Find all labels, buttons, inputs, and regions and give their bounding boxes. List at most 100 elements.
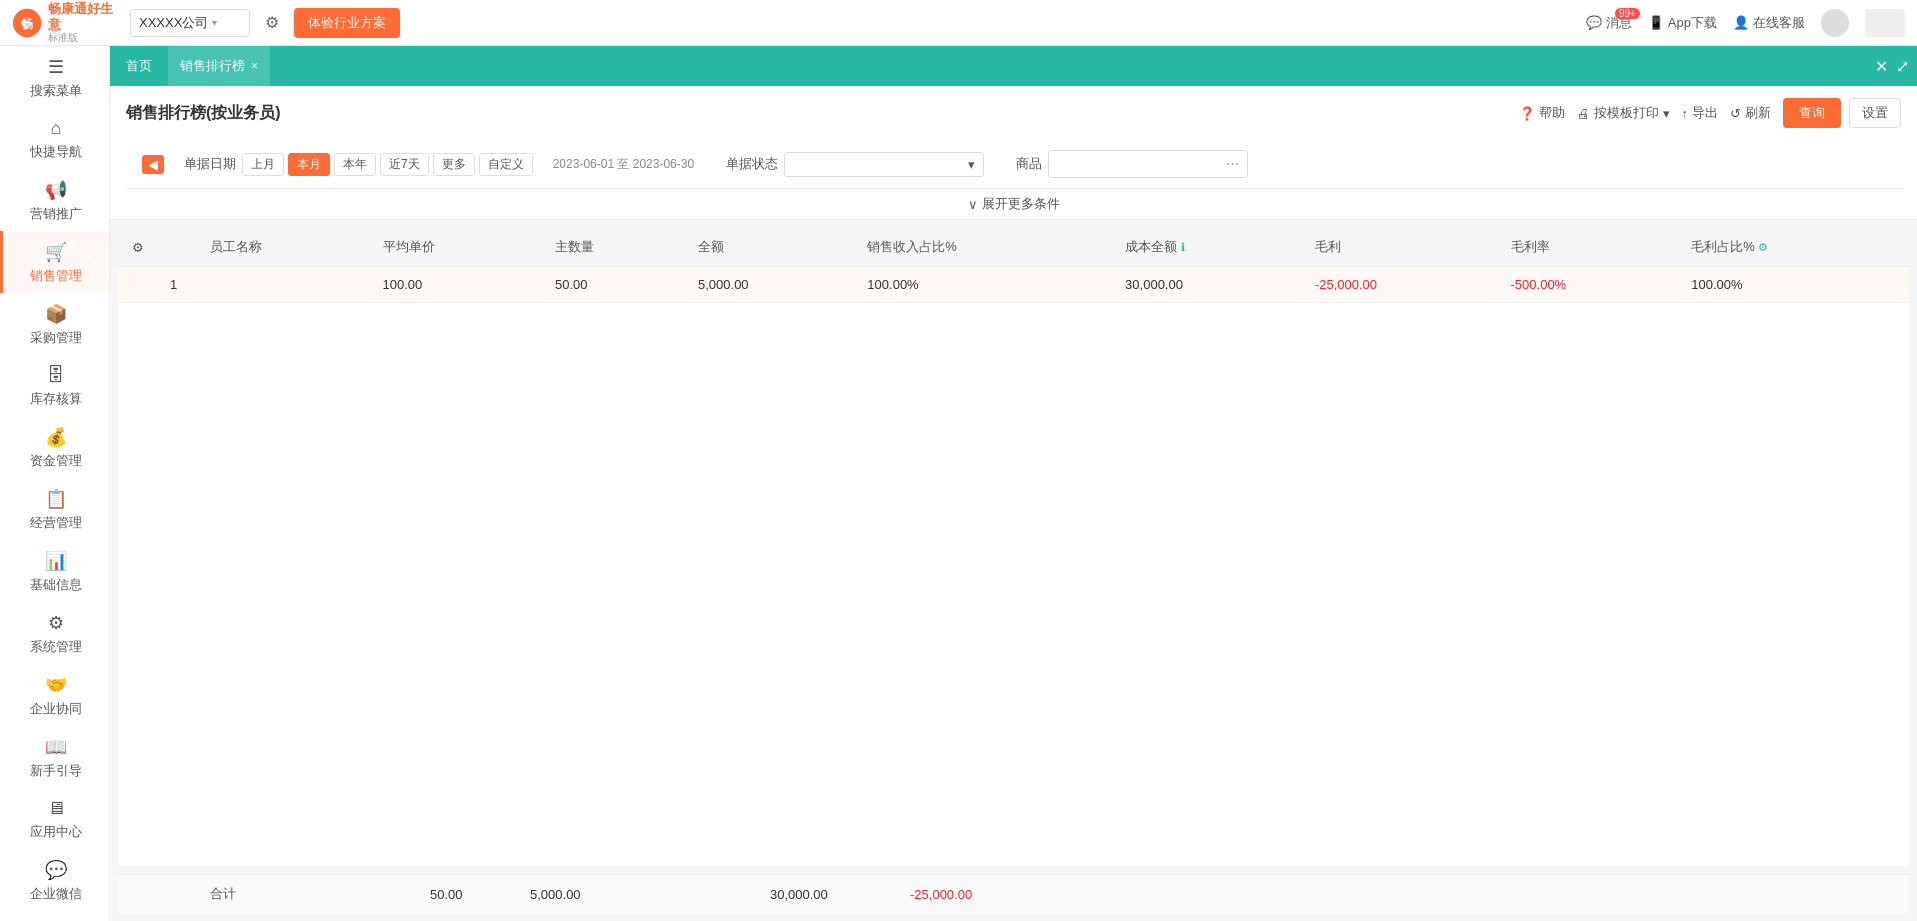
sidebar-item-apps[interactable]: 🖥 应用中心 bbox=[0, 788, 109, 849]
date-range-display: 2023-06-01 至 2023-06-30 bbox=[553, 156, 694, 173]
home-icon: ⌂ bbox=[51, 118, 62, 139]
help-label: 帮助 bbox=[1539, 104, 1565, 122]
col-avg-price: 平均单价 bbox=[371, 228, 544, 267]
col-cost: 成本全额 ℹ bbox=[1113, 228, 1303, 267]
sidebar-item-basic-label: 基础信息 bbox=[30, 576, 82, 594]
date-filter-label: 单据日期 bbox=[184, 155, 236, 173]
logo-area: 畅 畅康通好生意 标准版 bbox=[12, 1, 122, 44]
online-service-item[interactable]: 👤 在线客服 bbox=[1733, 14, 1805, 32]
refresh-label: 刷新 bbox=[1745, 104, 1771, 122]
top-bar-left: 畅 畅康通好生意 标准版 XXXXX公司 ▾ ⚙ 体验行业方案 bbox=[12, 1, 1586, 44]
sidebar-item-wechat-label: 企业微信 bbox=[30, 885, 82, 903]
export-button[interactable]: ↑ 导出 bbox=[1682, 104, 1719, 122]
cell-gross-rate: -500.00% bbox=[1499, 267, 1680, 303]
goods-select[interactable]: ··· bbox=[1048, 150, 1248, 178]
expand-row: ∨ 展开更多条件 bbox=[126, 188, 1901, 219]
sidebar-item-finance[interactable]: 💰 资金管理 bbox=[0, 416, 109, 478]
print-button[interactable]: 🖨 按模板打印 ▾ bbox=[1577, 104, 1670, 122]
sidebar-item-collab[interactable]: 🤝 企业协同 bbox=[0, 664, 109, 726]
sidebar-item-operations-label: 经营管理 bbox=[30, 514, 82, 532]
date-btn-this-year[interactable]: 本年 bbox=[334, 153, 376, 176]
collapse-icon[interactable]: ◀ bbox=[142, 155, 164, 174]
settings-button[interactable]: 设置 bbox=[1849, 98, 1901, 128]
footer-qty: 50.00 bbox=[430, 887, 530, 902]
query-button[interactable]: 查询 bbox=[1783, 98, 1841, 128]
sidebar-item-inventory[interactable]: 🗄 库存核算 bbox=[0, 355, 109, 416]
avatar-extra[interactable] bbox=[1865, 9, 1905, 37]
date-range-text: 2023-06-01 至 2023-06-30 bbox=[553, 156, 694, 173]
message-badge: 99+ bbox=[1615, 8, 1640, 19]
sidebar-item-apps-label: 应用中心 bbox=[30, 823, 82, 841]
footer-gross: -25,000.00 bbox=[910, 887, 1030, 902]
print-chevron-icon: ▾ bbox=[1663, 106, 1670, 121]
system-icon: ⚙ bbox=[48, 612, 64, 634]
message-item[interactable]: 💬 消息 99+ bbox=[1586, 14, 1632, 32]
refresh-button[interactable]: ↺ 刷新 bbox=[1730, 104, 1771, 122]
export-label: 导出 bbox=[1692, 104, 1718, 122]
app-download-item[interactable]: 📱 App下载 bbox=[1648, 14, 1717, 32]
tab-maximize-icon[interactable]: ⤢ bbox=[1896, 57, 1909, 76]
tab-home[interactable]: 首页 bbox=[110, 46, 168, 86]
gear-button[interactable]: ⚙ bbox=[258, 9, 286, 37]
apps-icon: 🖥 bbox=[47, 798, 65, 819]
sidebar-item-marketing[interactable]: 📢 营销推广 bbox=[0, 169, 109, 231]
date-btn-this-month[interactable]: 本月 bbox=[288, 153, 330, 176]
top-bar-right: 💬 消息 99+ 📱 App下载 👤 在线客服 bbox=[1586, 9, 1905, 37]
page-container: 销售排行榜(按业务员) ❓ 帮助 🖨 按模板打印 ▾ ↑ bbox=[110, 86, 1917, 921]
refresh-icon: ↺ bbox=[1730, 106, 1741, 121]
svg-text:畅: 畅 bbox=[21, 16, 33, 30]
tab-sales-ranking-label: 销售排行榜 bbox=[180, 57, 245, 75]
sidebar-item-guide[interactable]: 📖 新手引导 bbox=[0, 726, 109, 788]
sidebar-item-purchase[interactable]: 📦 采购管理 bbox=[0, 293, 109, 355]
footer-cost: 30,000.00 bbox=[770, 887, 910, 902]
company-selector[interactable]: XXXXX公司 ▾ bbox=[130, 9, 250, 37]
goods-more-dots[interactable]: ··· bbox=[1226, 155, 1239, 173]
logo-sub: 标准版 bbox=[48, 32, 122, 44]
status-select[interactable]: ▾ bbox=[784, 152, 984, 177]
avatar[interactable] bbox=[1821, 9, 1849, 37]
print-label: 按模板打印 bbox=[1594, 104, 1659, 122]
col-gross-ratio: 毛利占比% ⚙ bbox=[1679, 228, 1909, 267]
table-row: 1 100.00 50.00 5,000.00 100.00% 30,000.0… bbox=[118, 267, 1909, 303]
cell-gross-ratio: 100.00% bbox=[1679, 267, 1909, 303]
page-query-area: 查询 设置 bbox=[1783, 98, 1901, 128]
date-btn-custom[interactable]: 自定义 bbox=[479, 153, 533, 176]
sidebar-item-search[interactable]: ☰ 搜索菜单 bbox=[0, 46, 109, 108]
sidebar-item-member[interactable]: V 畅会员 bbox=[0, 911, 109, 921]
sidebar-item-operations[interactable]: 📋 经营管理 bbox=[0, 478, 109, 540]
date-btn-7days[interactable]: 近7天 bbox=[380, 153, 429, 176]
sidebar-item-basic[interactable]: 📊 基础信息 bbox=[0, 540, 109, 602]
main-layout: ☰ 搜索菜单 ⌂ 快捷导航 📢 营销推广 🛒 销售管理 📦 采购管理 🗄 库存核… bbox=[0, 46, 1917, 921]
sidebar-item-marketing-label: 营销推广 bbox=[30, 205, 82, 223]
basic-icon: 📊 bbox=[45, 550, 67, 572]
sidebar-item-system[interactable]: ⚙ 系统管理 bbox=[0, 602, 109, 664]
help-button[interactable]: ❓ 帮助 bbox=[1519, 104, 1565, 122]
marketing-icon: 📢 bbox=[45, 179, 67, 201]
tab-sales-ranking[interactable]: 销售排行榜 × bbox=[168, 46, 270, 86]
cell-employee-name bbox=[198, 267, 371, 303]
sidebar-item-inventory-label: 库存核算 bbox=[30, 390, 82, 408]
expand-more-button[interactable]: ∨ 展开更多条件 bbox=[968, 195, 1060, 213]
date-btn-more[interactable]: 更多 bbox=[433, 153, 475, 176]
tab-close-icon[interactable]: × bbox=[251, 59, 258, 73]
table-footer: 合计 50.00 5,000.00 30,000.00 -25,000.00 bbox=[118, 874, 1909, 913]
sidebar-item-sales[interactable]: 🛒 销售管理 bbox=[0, 231, 109, 293]
status-filter-item: 单据状态 ▾ bbox=[726, 152, 984, 177]
table-header-row: ⚙ 员工名称 平均单价 主数量 全额 销售收入占比% 成本全额 ℹ 毛利 毛利率… bbox=[118, 228, 1909, 267]
collapse-btn[interactable]: ◀ bbox=[142, 155, 164, 174]
col-settings[interactable]: ⚙ bbox=[118, 228, 158, 267]
top-bar: 畅 畅康通好生意 标准版 XXXXX公司 ▾ ⚙ 体验行业方案 💬 消息 99+… bbox=[0, 0, 1917, 46]
sidebar-item-guide-label: 新手引导 bbox=[30, 762, 82, 780]
print-icon: 🖨 bbox=[1577, 106, 1590, 121]
tab-close-window-icon[interactable]: ✕ bbox=[1875, 57, 1888, 76]
sidebar-item-finance-label: 资金管理 bbox=[30, 452, 82, 470]
date-btn-last-month[interactable]: 上月 bbox=[242, 153, 284, 176]
sidebar-item-nav[interactable]: ⌂ 快捷导航 bbox=[0, 108, 109, 169]
message-icon: 💬 bbox=[1586, 15, 1602, 30]
sidebar-item-search-label: 搜索菜单 bbox=[30, 82, 82, 100]
sidebar-item-wechat[interactable]: 💬 企业微信 bbox=[0, 849, 109, 911]
page-title: 销售排行榜(按业务员) bbox=[126, 103, 281, 124]
status-select-chevron: ▾ bbox=[968, 157, 975, 172]
table-settings-icon[interactable]: ⚙ bbox=[132, 240, 144, 255]
trial-button[interactable]: 体验行业方案 bbox=[294, 8, 400, 38]
